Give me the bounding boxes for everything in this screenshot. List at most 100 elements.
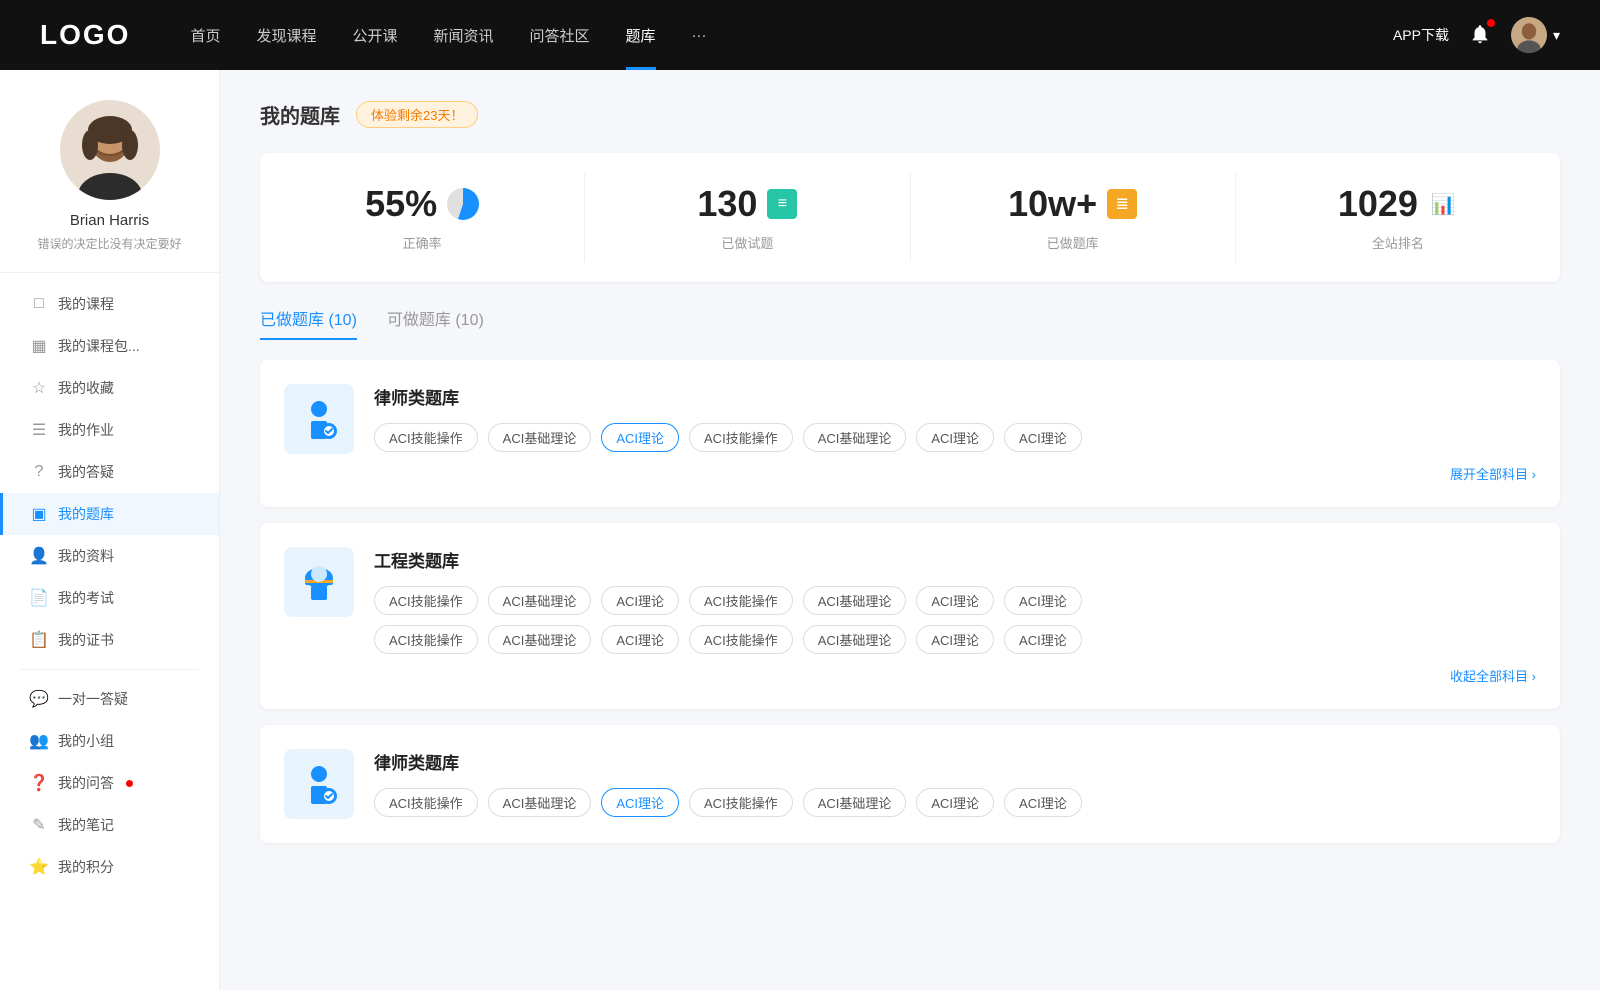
sidebar-item-profile[interactable]: 👤 我的资料: [0, 535, 219, 577]
sidebar-item-label: 一对一答疑: [58, 689, 128, 709]
sidebar-item-notes[interactable]: ✎ 我的笔记: [0, 804, 219, 846]
tag[interactable]: ACI理论: [916, 586, 994, 615]
tab-available[interactable]: 可做题库 (10): [387, 306, 484, 340]
tag[interactable]: ACI基础理论: [803, 788, 907, 817]
tag[interactable]: ACI技能操作: [689, 788, 793, 817]
stat-value-rank: 1029: [1338, 183, 1418, 225]
qbank-title: 工程类题库: [374, 547, 1536, 572]
tag[interactable]: ACI理论: [1004, 423, 1082, 452]
sidebar-item-my-qa[interactable]: ❓ 我的问答: [0, 762, 219, 804]
tag[interactable]: ACI基础理论: [488, 586, 592, 615]
avatar: [1511, 17, 1547, 53]
profile-icon: 👤: [30, 547, 48, 565]
stats-row: 55% 正确率 130 ≡ 已做试题 10w+ ≣ 已做题库: [260, 153, 1560, 282]
stat-value-done: 130: [697, 183, 757, 225]
sidebar-item-label: 我的资料: [58, 546, 114, 566]
tag[interactable]: ACI技能操作: [374, 788, 478, 817]
tag[interactable]: ACI技能操作: [689, 625, 793, 654]
tab-done[interactable]: 已做题库 (10): [260, 306, 357, 340]
teal-doc-icon: ≡: [767, 189, 797, 219]
tag[interactable]: ACI技能操作: [689, 586, 793, 615]
qbank-card-lawyer-1: 律师类题库 ACI技能操作 ACI基础理论 ACI理论 ACI技能操作 ACI基…: [260, 360, 1560, 507]
qbank-card-header: 律师类题库 ACI技能操作 ACI基础理论 ACI理论 ACI技能操作 ACI基…: [284, 384, 1536, 483]
qbank-title: 律师类题库: [374, 749, 1536, 774]
stat-label-accuracy: 正确率: [403, 233, 442, 252]
qbank-tags-row1: ACI技能操作 ACI基础理论 ACI理论 ACI技能操作 ACI基础理论 AC…: [374, 586, 1536, 615]
sidebar-menu: □ 我的课程 ▦ 我的课程包... ☆ 我的收藏 ☰ 我的作业 ? 我的答疑 ▣…: [0, 273, 219, 898]
sidebar-item-favorites[interactable]: ☆ 我的收藏: [0, 367, 219, 409]
tag[interactable]: ACI基础理论: [488, 423, 592, 452]
sidebar-item-label: 我的小组: [58, 731, 114, 751]
tag[interactable]: ACI基础理论: [803, 625, 907, 654]
nav-home[interactable]: 首页: [190, 25, 220, 46]
sidebar-item-label: 我的考试: [58, 588, 114, 608]
tag[interactable]: ACI理论: [1004, 625, 1082, 654]
sidebar-item-group[interactable]: 👥 我的小组: [0, 720, 219, 762]
homework-icon: ☰: [30, 421, 48, 439]
tag[interactable]: ACI技能操作: [374, 625, 478, 654]
tag[interactable]: ACI理论: [916, 625, 994, 654]
lawyer-icon-2: [284, 749, 354, 819]
sidebar-item-certificate[interactable]: 📋 我的证书: [0, 619, 219, 661]
nav-qbank[interactable]: 题库: [626, 25, 656, 46]
sidebar-item-1on1[interactable]: 💬 一对一答疑: [0, 678, 219, 720]
user-avatar-button[interactable]: ▾: [1511, 17, 1560, 53]
tag[interactable]: ACI理论: [916, 788, 994, 817]
collapse-link[interactable]: 收起全部科目 ›: [374, 666, 1536, 685]
stat-done-qbanks: 10w+ ≣ 已做题库: [911, 173, 1236, 262]
group-icon: 👥: [30, 732, 48, 750]
tag[interactable]: ACI基础理论: [488, 625, 592, 654]
sidebar-item-label: 我的课程: [58, 294, 114, 314]
app-download-button[interactable]: APP下载: [1393, 25, 1449, 45]
course-icon: □: [30, 295, 48, 313]
nav-news[interactable]: 新闻资讯: [434, 25, 494, 46]
tag-active[interactable]: ACI理论: [601, 423, 679, 452]
tag[interactable]: ACI理论: [601, 586, 679, 615]
tag[interactable]: ACI理论: [916, 423, 994, 452]
tag[interactable]: ACI技能操作: [374, 586, 478, 615]
nav-opencourse[interactable]: 公开课: [352, 25, 397, 46]
notification-dot: [126, 780, 133, 787]
tag[interactable]: ACI基础理论: [803, 423, 907, 452]
stat-accuracy: 55% 正确率: [260, 173, 585, 262]
stat-done-questions: 130 ≡ 已做试题: [585, 173, 910, 262]
qbank-card-engineer: 工程类题库 ACI技能操作 ACI基础理论 ACI理论 ACI技能操作 ACI基…: [260, 523, 1560, 709]
stat-label-qbanks: 已做题库: [1047, 233, 1099, 252]
qbank-info: 工程类题库 ACI技能操作 ACI基础理论 ACI理论 ACI技能操作 ACI基…: [374, 547, 1536, 685]
sidebar-item-questions[interactable]: ? 我的答疑: [0, 451, 219, 493]
sidebar-item-homework[interactable]: ☰ 我的作业: [0, 409, 219, 451]
tag-active[interactable]: ACI理论: [601, 788, 679, 817]
nav-more[interactable]: ···: [692, 27, 707, 44]
sidebar-item-label: 我的课程包...: [58, 336, 140, 356]
stat-top: 55%: [365, 183, 479, 225]
stat-label-rank: 全站排名: [1372, 233, 1424, 252]
tag[interactable]: ACI理论: [1004, 788, 1082, 817]
qbank-icon: ▣: [30, 505, 48, 523]
avatar: [60, 100, 160, 200]
trial-badge: 体验剩余23天！: [356, 101, 478, 128]
engineer-icon: [284, 547, 354, 617]
navbar: LOGO 首页 发现课程 公开课 新闻资讯 问答社区 题库 ··· APP下载 …: [0, 0, 1600, 70]
sidebar-item-my-course[interactable]: □ 我的课程: [0, 283, 219, 325]
notification-bell[interactable]: [1469, 23, 1491, 48]
sidebar-item-qbank[interactable]: ▣ 我的题库: [0, 493, 219, 535]
sidebar: Brian Harris 错误的决定比没有决定要好 □ 我的课程 ▦ 我的课程包…: [0, 70, 220, 990]
tag[interactable]: ACI理论: [601, 625, 679, 654]
sidebar-item-course-package[interactable]: ▦ 我的课程包...: [0, 325, 219, 367]
expand-link[interactable]: 展开全部科目 ›: [374, 464, 1536, 483]
sidebar-item-points[interactable]: ⭐ 我的积分: [0, 846, 219, 888]
tag[interactable]: ACI基础理论: [803, 586, 907, 615]
sidebar-item-label: 我的问答: [58, 773, 114, 793]
nav-discover[interactable]: 发现课程: [256, 25, 316, 46]
star-icon: ☆: [30, 379, 48, 397]
main-layout: Brian Harris 错误的决定比没有决定要好 □ 我的课程 ▦ 我的课程包…: [0, 70, 1600, 990]
tag[interactable]: ACI基础理论: [488, 788, 592, 817]
sidebar-item-exam[interactable]: 📄 我的考试: [0, 577, 219, 619]
lawyer-icon: [284, 384, 354, 454]
tag[interactable]: ACI理论: [1004, 586, 1082, 615]
nav-qa[interactable]: 问答社区: [530, 25, 590, 46]
qbank-card-header: 律师类题库 ACI技能操作 ACI基础理论 ACI理论 ACI技能操作 ACI基…: [284, 749, 1536, 819]
tag[interactable]: ACI技能操作: [374, 423, 478, 452]
qbank-tags-row2: ACI技能操作 ACI基础理论 ACI理论 ACI技能操作 ACI基础理论 AC…: [374, 625, 1536, 654]
tag[interactable]: ACI技能操作: [689, 423, 793, 452]
